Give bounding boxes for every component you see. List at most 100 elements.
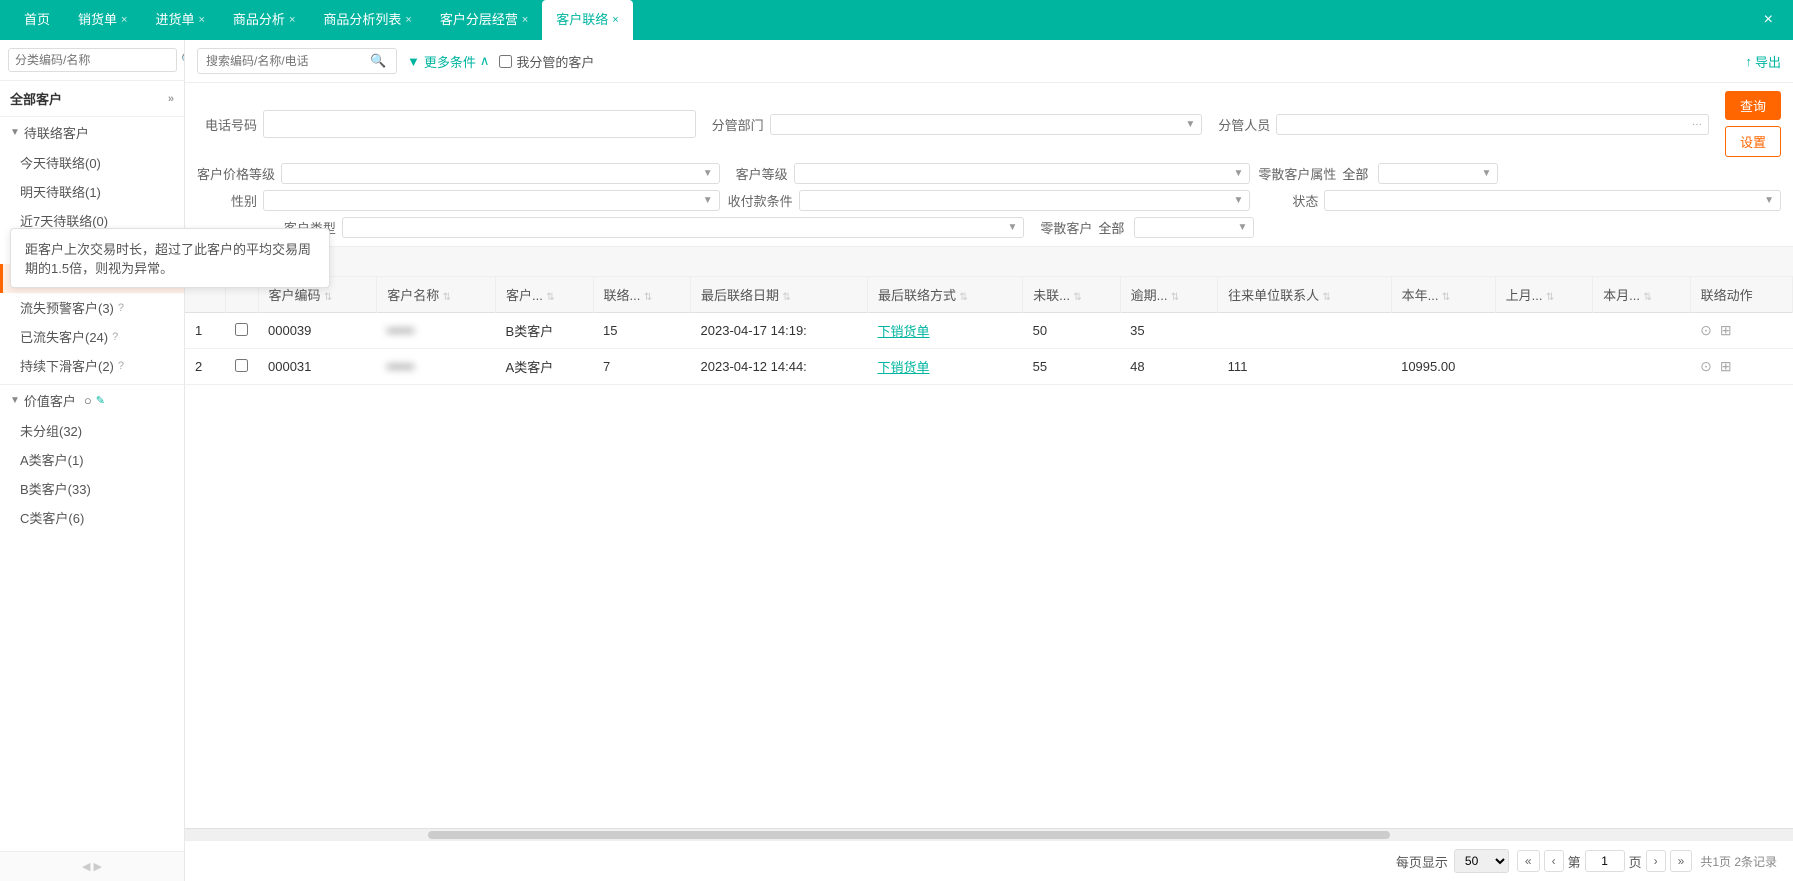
th-last-month[interactable]: 上月... ⇅: [1495, 277, 1593, 313]
sort-unlinked-icon: ⇅: [1073, 292, 1081, 303]
row-1-checkbox[interactable]: [235, 323, 248, 336]
table-scroll-area[interactable]: 客户编码 ⇅ 客户名称 ⇅ 客户... ⇅: [185, 277, 1793, 828]
more-conditions-btn[interactable]: ▼ 更多条件 ∧: [407, 52, 489, 71]
page-number-input[interactable]: [1585, 850, 1625, 872]
th-partner-contact[interactable]: 往来单位联系人 ⇅: [1218, 277, 1391, 313]
churned-help-icon[interactable]: ?: [112, 331, 118, 343]
price-level-label: 客户价格等级: [197, 164, 275, 183]
status-arrow: ▼: [1764, 195, 1774, 206]
value-section-header[interactable]: ▼ 价值客户 ○ ✎: [0, 385, 184, 416]
grid-icon-2[interactable]: ⊞: [1720, 358, 1732, 375]
sidebar-all-customers[interactable]: 全部客户 »: [0, 81, 184, 117]
sidebar-item-class-b[interactable]: B类客户(33): [0, 474, 184, 503]
table-row: 1 000039 •••••• B类客户 15 2023-04-17 14:19…: [185, 313, 1793, 349]
th-name[interactable]: 客户名称 ⇅: [377, 277, 496, 313]
sort-contact-icon: ⇅: [644, 292, 652, 303]
close-product-analysis-list[interactable]: ×: [405, 0, 411, 40]
chevron-down-icon: ∧: [480, 53, 490, 69]
sidebar-item-class-a[interactable]: A类客户(1): [0, 445, 184, 474]
td-overdue-1: 35: [1120, 313, 1218, 349]
export-button[interactable]: ↑ 导出: [1745, 52, 1781, 71]
sort-year-icon: ⇅: [1442, 292, 1450, 303]
th-overdue[interactable]: 逾期... ⇅: [1120, 277, 1218, 313]
customer-type-select[interactable]: ▼: [342, 217, 1025, 238]
close-product-analysis[interactable]: ×: [289, 0, 295, 40]
per-page-select[interactable]: 50 100 200: [1454, 849, 1509, 873]
grid-icon-1[interactable]: ⊞: [1720, 322, 1732, 339]
th-last-contact-date[interactable]: 最后联络日期 ⇅: [691, 277, 868, 313]
nav-purchase-order[interactable]: 进货单 ×: [141, 0, 218, 40]
th-this-month[interactable]: 本月... ⇅: [1593, 277, 1691, 313]
search-icon[interactable]: 🔍: [370, 53, 386, 69]
scrollbar-thumb[interactable]: [428, 831, 1390, 839]
sort-type-icon: ⇅: [546, 292, 554, 303]
retail-customer-label: 零散客户: [1032, 218, 1092, 237]
th-customer-type[interactable]: 客户... ⇅: [496, 277, 594, 313]
sidebar: 🔍 全部客户 » ▼ 待联络客户 今天待联络(0) 明天待联络(1) 近7天: [0, 40, 185, 881]
row-2-checkbox[interactable]: [235, 359, 248, 372]
sidebar-item-class-c[interactable]: C类客户(6): [0, 503, 184, 532]
sidebar-item-churn-warning[interactable]: 流失预警客户(3) ?: [0, 293, 184, 322]
th-unlinked[interactable]: 未联... ⇅: [1023, 277, 1121, 313]
sidebar-footer: ◀ ▶: [0, 851, 184, 881]
status-select[interactable]: ▼: [1324, 190, 1781, 211]
filter-icon: ▼: [407, 54, 420, 69]
settings-button[interactable]: 设置: [1725, 126, 1781, 157]
pending-triangle: ▼: [10, 127, 20, 138]
retail-customer-select[interactable]: ▼: [1134, 217, 1254, 238]
nav-customer-stratification[interactable]: 客户分层经营 ×: [426, 0, 542, 40]
td-method-1[interactable]: 下销货单: [867, 313, 1022, 349]
retail-attr-select[interactable]: ▼: [1378, 163, 1498, 184]
th-this-year[interactable]: 本年... ⇅: [1391, 277, 1495, 313]
close-purchase-order[interactable]: ×: [198, 0, 204, 40]
price-level-select[interactable]: ▼: [281, 163, 720, 184]
close-sales-order[interactable]: ×: [121, 0, 127, 40]
th-last-contact-method[interactable]: 最后联络方式 ⇅: [867, 277, 1022, 313]
my-customer-checkbox[interactable]: 我分管的客户: [499, 52, 594, 71]
td-checkbox-1[interactable]: [225, 313, 258, 349]
sidebar-item-tomorrow-pending[interactable]: 明天待联络(1): [0, 177, 184, 206]
close-customer-contact[interactable]: ×: [612, 0, 618, 40]
sidebar-item-today-pending[interactable]: 今天待联络(0): [0, 148, 184, 177]
td-method-2[interactable]: 下销货单: [867, 349, 1022, 385]
sidebar-collapse-icon[interactable]: »: [168, 93, 174, 105]
phone-input[interactable]: [263, 110, 696, 138]
nav-product-analysis-list[interactable]: 商品分析列表 ×: [309, 0, 425, 40]
nav-home[interactable]: 首页: [10, 0, 64, 40]
query-button[interactable]: 查询: [1725, 91, 1781, 120]
churn-warning-help-icon[interactable]: ?: [118, 302, 124, 314]
nav-product-analysis[interactable]: 商品分析 ×: [219, 0, 309, 40]
adv-filter-row-1: 电话号码 分管部门 ▼ 分管人员 ··· 查询 设置: [197, 91, 1781, 157]
last-page-btn[interactable]: »: [1670, 850, 1693, 872]
nav-sales-order[interactable]: 销货单 ×: [64, 0, 141, 40]
filter-bar: 🔍 ▼ 更多条件 ∧ 我分管的客户 ↑ 导出: [185, 40, 1793, 83]
th-contact-count[interactable]: 联络... ⇅: [593, 277, 691, 313]
payment-select[interactable]: ▼: [799, 190, 1251, 211]
customer-level-select[interactable]: ▼: [794, 163, 1251, 184]
value-edit-icon[interactable]: ✎: [96, 394, 105, 407]
nav-customer-contact[interactable]: 客户联络 ×: [542, 0, 632, 40]
next-page-btn[interactable]: ›: [1646, 850, 1666, 872]
close-customer-stratification[interactable]: ×: [522, 0, 528, 40]
sidebar-item-ungrouped[interactable]: 未分组(32): [0, 416, 184, 445]
sidebar-item-churned[interactable]: 已流失客户(24) ?: [0, 322, 184, 351]
td-checkbox-2[interactable]: [225, 349, 258, 385]
my-customer-check[interactable]: [499, 55, 512, 68]
window-close-button[interactable]: ×: [1754, 11, 1783, 29]
pagination: 每页显示 50 100 200 « ‹ 第 页 ›: [185, 840, 1793, 881]
total-records: 共1页 2条记录: [1700, 853, 1777, 870]
link-icon-2[interactable]: ⊙: [1700, 358, 1712, 375]
search-input[interactable]: [206, 54, 366, 68]
link-icon-1[interactable]: ⊙: [1700, 322, 1712, 339]
prev-page-btn[interactable]: ‹: [1544, 850, 1564, 872]
declining-help-icon[interactable]: ?: [118, 360, 124, 372]
dept-select[interactable]: ▼: [770, 114, 1203, 135]
gender-select[interactable]: ▼: [263, 190, 720, 211]
td-last-month-2: [1495, 349, 1593, 385]
sidebar-search-input[interactable]: [8, 48, 177, 72]
first-page-btn[interactable]: «: [1517, 850, 1540, 872]
sidebar-item-declining[interactable]: 持续下滑客户(2) ?: [0, 351, 184, 380]
horizontal-scrollbar[interactable]: [185, 828, 1793, 840]
person-select[interactable]: ···: [1276, 114, 1709, 135]
pending-section-header[interactable]: ▼ 待联络客户: [0, 117, 184, 148]
